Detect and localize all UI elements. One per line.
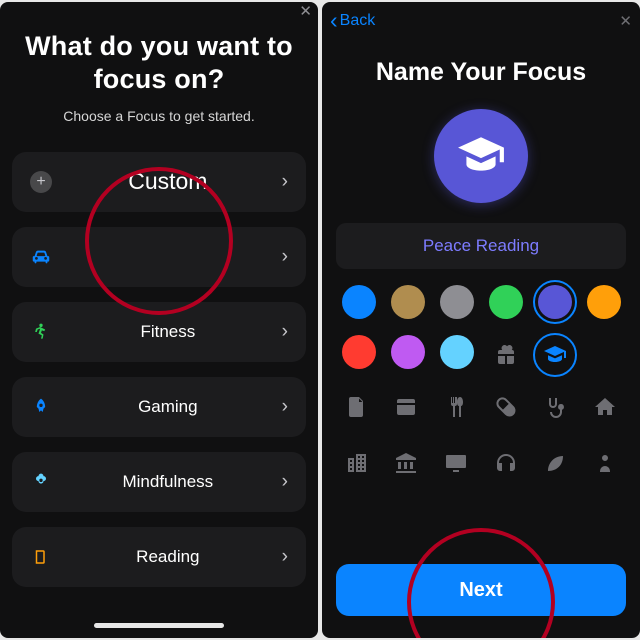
focus-row-reading[interactable]: Reading ›: [12, 527, 306, 587]
chevron-right-icon: ›: [282, 396, 288, 418]
chevron-right-icon: ›: [282, 171, 288, 193]
title-line-2: focus on?: [94, 64, 225, 94]
person-icon[interactable]: [585, 443, 625, 483]
page-title: What do you want to focus on?: [18, 30, 300, 96]
color-swatch-indigo[interactable]: [538, 285, 572, 319]
color-swatch-green[interactable]: [489, 285, 523, 319]
focus-row-mindfulness[interactable]: Mindfulness ›: [12, 452, 306, 512]
focus-row-custom[interactable]: + Custom ›: [12, 152, 306, 212]
color-swatch-purple[interactable]: [391, 335, 425, 369]
color-swatch-gray[interactable]: [440, 285, 474, 319]
rocket-icon: [28, 397, 54, 417]
page-subtitle: Choose a Focus to get started.: [0, 108, 318, 124]
focus-row-label: Mindfulness: [54, 472, 282, 492]
buildings-icon[interactable]: [337, 443, 377, 483]
name-focus-screen: ‹ Back ✕ Name Your Focus Peace Reading: [322, 2, 640, 638]
book-icon: [28, 548, 54, 566]
chevron-right-icon: ›: [282, 471, 288, 493]
running-icon: [28, 322, 54, 342]
headphones-icon[interactable]: [486, 443, 526, 483]
focus-row-label: Gaming: [54, 397, 282, 417]
close-icon[interactable]: ✕: [299, 4, 312, 19]
back-button[interactable]: ‹ Back: [330, 9, 375, 34]
fork-knife-icon[interactable]: [436, 387, 476, 427]
focus-row-label: Reading: [54, 547, 282, 567]
chevron-right-icon: ›: [282, 321, 288, 343]
focus-row-fitness[interactable]: Fitness ›: [12, 302, 306, 362]
car-icon: [28, 246, 54, 268]
chevron-left-icon: ‹: [330, 7, 338, 34]
stethoscope-icon[interactable]: [535, 387, 575, 427]
focus-row-label: Custom: [54, 168, 282, 195]
house-icon[interactable]: [585, 387, 625, 427]
bank-icon[interactable]: [386, 443, 426, 483]
credit-card-icon[interactable]: [386, 387, 426, 427]
nav-bar: ‹ Back ✕: [322, 2, 640, 36]
glyph-picker: [332, 387, 630, 483]
focus-picker-screen: ✕ What do you want to focus on? Choose a…: [0, 2, 318, 638]
back-label: Back: [340, 12, 376, 30]
flower-icon: [28, 472, 54, 492]
chevron-right-icon: ›: [282, 246, 288, 268]
next-button[interactable]: Next: [336, 564, 626, 616]
color-picker: [334, 285, 628, 375]
focus-list: + Custom › › Fitness ›: [0, 152, 318, 587]
color-swatch-red[interactable]: [342, 335, 376, 369]
page-title: Name Your Focus: [322, 58, 640, 87]
color-swatch-cyan[interactable]: [440, 335, 474, 369]
focus-row-label: Fitness: [54, 322, 282, 342]
document-icon[interactable]: [337, 387, 377, 427]
graduation-cap-icon[interactable]: [535, 335, 575, 375]
display-icon[interactable]: [436, 443, 476, 483]
next-button-label: Next: [459, 579, 502, 602]
pills-icon[interactable]: [486, 387, 526, 427]
color-swatch-blue[interactable]: [342, 285, 376, 319]
color-swatch-brown[interactable]: [391, 285, 425, 319]
chevron-right-icon: ›: [282, 546, 288, 568]
focus-row-driving[interactable]: ›: [12, 227, 306, 287]
graduation-cap-icon: [456, 131, 506, 181]
title-line-1: What do you want to: [25, 31, 293, 61]
plus-icon: +: [28, 171, 54, 193]
leaf-icon[interactable]: [535, 443, 575, 483]
focus-name-input[interactable]: Peace Reading: [336, 223, 626, 269]
close-icon[interactable]: ✕: [619, 12, 632, 30]
color-swatch-orange[interactable]: [587, 285, 621, 319]
gift-icon[interactable]: [486, 335, 526, 375]
focus-row-gaming[interactable]: Gaming ›: [12, 377, 306, 437]
focus-name-value: Peace Reading: [423, 236, 539, 256]
home-indicator: [94, 623, 224, 628]
focus-large-icon: [434, 109, 528, 203]
